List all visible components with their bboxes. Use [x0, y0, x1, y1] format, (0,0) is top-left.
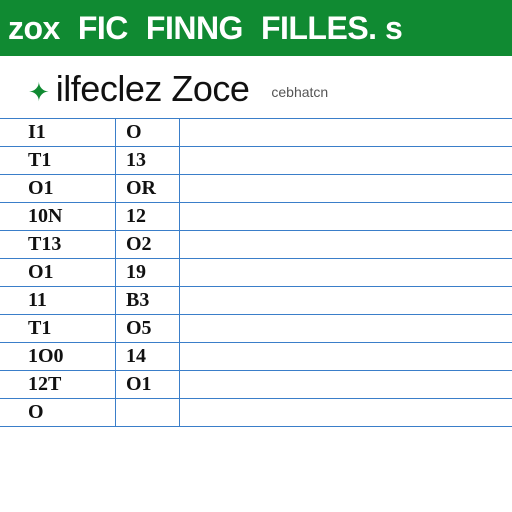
table-row[interactable]: I1 O — [0, 119, 512, 147]
titlebar: zox FIC FINNG FILLES. s — [0, 0, 512, 56]
cell-a[interactable]: 12T — [28, 371, 116, 398]
cell-a[interactable]: I1 — [28, 119, 116, 146]
titlebar-seg-2: FIC — [78, 10, 128, 47]
cell-a[interactable]: 1O0 — [28, 343, 116, 370]
table-row[interactable]: T1 O5 — [0, 315, 512, 343]
cell-a[interactable]: O — [28, 399, 116, 426]
data-grid: I1 O T1 13 O1 OR 10N 12 T13 O2 O1 19 11 … — [0, 118, 512, 427]
table-row[interactable]: O1 OR — [0, 175, 512, 203]
cell-a[interactable]: O1 — [28, 175, 116, 202]
table-row[interactable]: O1 19 — [0, 259, 512, 287]
cell-b[interactable]: O1 — [116, 371, 180, 398]
cell-b[interactable]: 14 — [116, 343, 180, 370]
table-row[interactable]: O — [0, 399, 512, 427]
heading-text: ilfeclez Zoce — [56, 68, 250, 110]
table-row[interactable]: T13 O2 — [0, 231, 512, 259]
cell-a[interactable]: T1 — [28, 147, 116, 174]
sparkle-icon: ✦ — [28, 79, 50, 105]
titlebar-seg-4: FILLES. s — [261, 10, 402, 47]
table-row[interactable]: 12T O1 — [0, 371, 512, 399]
content-area: ✦ ilfeclez Zoce cebhatcn I1 O T1 13 O1 O… — [0, 56, 512, 427]
cell-a[interactable]: 11 — [28, 287, 116, 314]
cell-b[interactable]: 12 — [116, 203, 180, 230]
cell-b[interactable]: O — [116, 119, 180, 146]
cell-b[interactable] — [116, 399, 180, 426]
cell-b[interactable]: B3 — [116, 287, 180, 314]
table-row[interactable]: 10N 12 — [0, 203, 512, 231]
table-row[interactable]: 1O0 14 — [0, 343, 512, 371]
cell-b[interactable]: O5 — [116, 315, 180, 342]
titlebar-seg-1: zox — [8, 10, 60, 47]
cell-b[interactable]: OR — [116, 175, 180, 202]
cell-a[interactable]: 10N — [28, 203, 116, 230]
cell-b[interactable]: 13 — [116, 147, 180, 174]
cell-b[interactable]: 19 — [116, 259, 180, 286]
cell-a[interactable]: T1 — [28, 315, 116, 342]
heading-subtext: cebhatcn — [271, 84, 328, 100]
cell-a[interactable]: T13 — [28, 231, 116, 258]
cell-b[interactable]: O2 — [116, 231, 180, 258]
page-heading: ✦ ilfeclez Zoce cebhatcn — [0, 68, 512, 110]
table-row[interactable]: 11 B3 — [0, 287, 512, 315]
table-row[interactable]: T1 13 — [0, 147, 512, 175]
titlebar-seg-3: FINNG — [146, 10, 243, 47]
cell-a[interactable]: O1 — [28, 259, 116, 286]
